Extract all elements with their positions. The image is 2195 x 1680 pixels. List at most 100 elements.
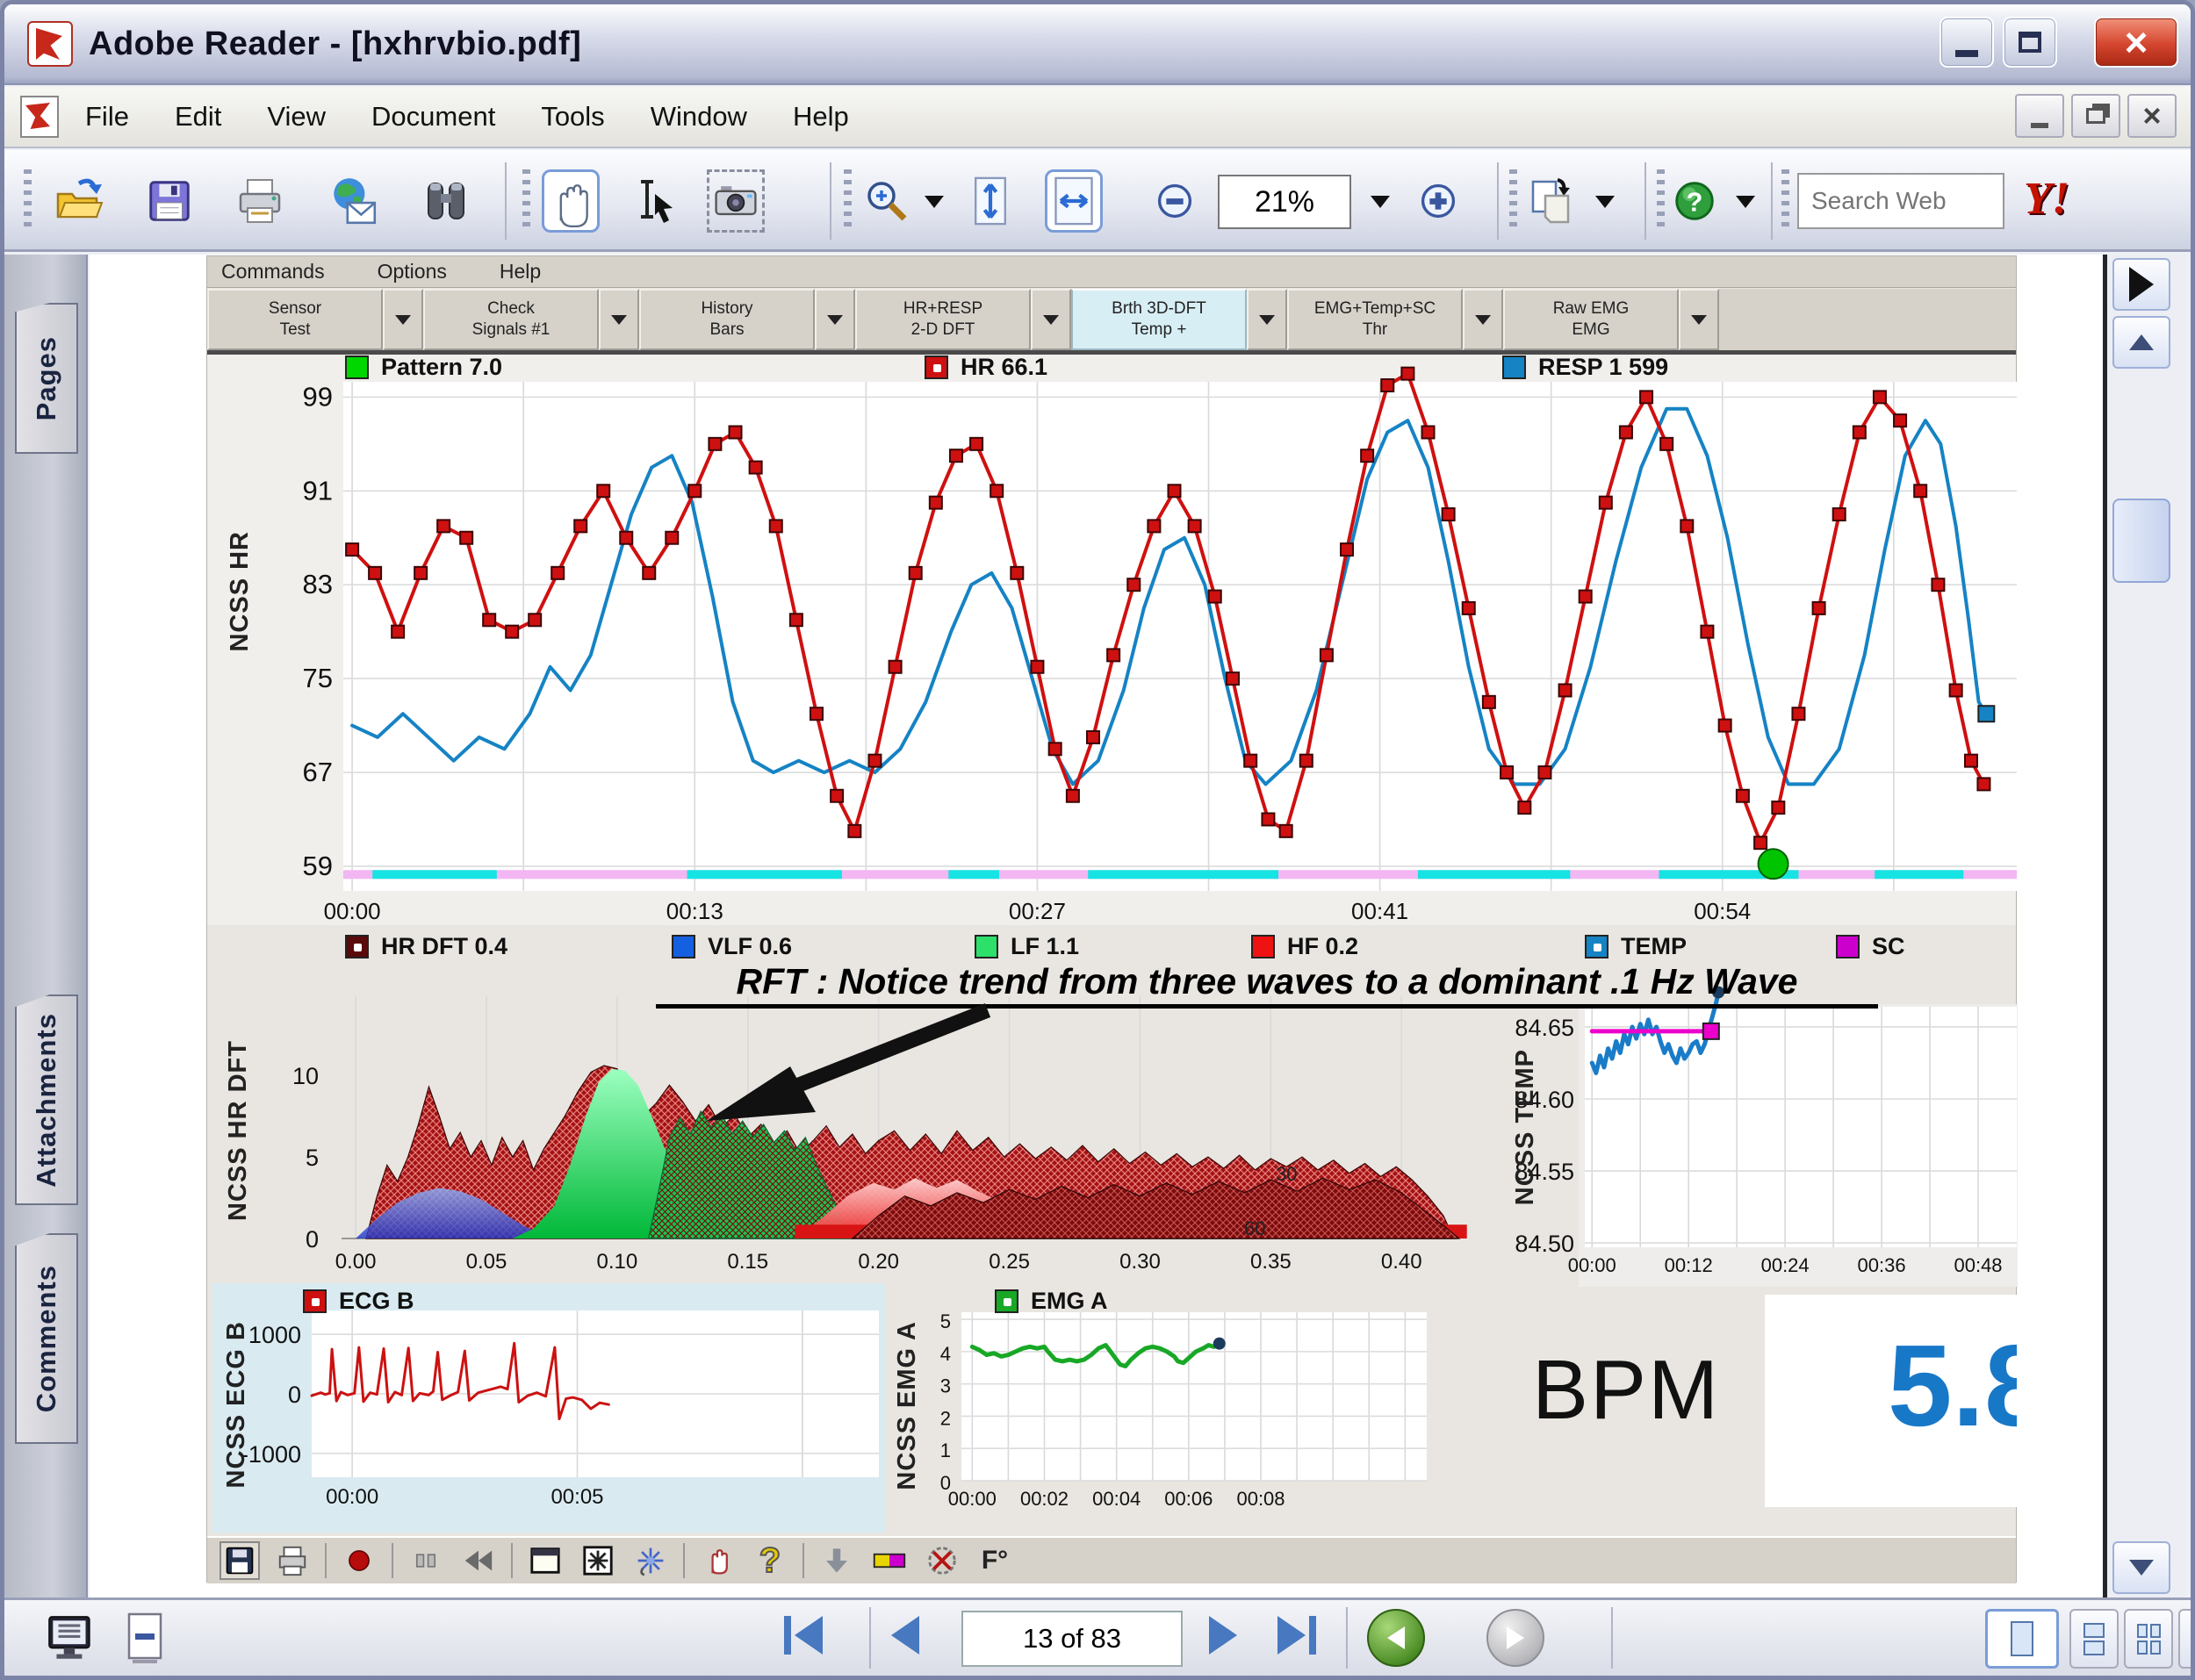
nav-pane-toggle-button[interactable] [2112, 258, 2170, 311]
app-asterisk-icon[interactable] [578, 1541, 618, 1580]
snapshot-button[interactable] [707, 169, 765, 233]
web-search-input[interactable] [1797, 173, 2004, 229]
app-button-6-dropdown[interactable] [1463, 289, 1503, 350]
toolbar-grip[interactable] [1781, 169, 1789, 233]
page-layout-button[interactable] [117, 1609, 173, 1669]
email-button[interactable] [324, 169, 382, 233]
app-record-icon[interactable] [339, 1541, 379, 1580]
select-text-button[interactable] [624, 169, 682, 233]
hr-resp-chart-panel [207, 355, 2016, 925]
app-snowflake-icon[interactable] [630, 1541, 671, 1580]
continuous-facing-view-button[interactable] [2124, 1609, 2173, 1669]
continuous-view-button[interactable] [2069, 1609, 2119, 1669]
sidebar-tab-attachments[interactable]: Attachments [15, 994, 78, 1205]
doc-close-button[interactable]: × [2127, 94, 2177, 138]
app-button-5[interactable]: Brth 3D-DFTTemp + [1071, 289, 1247, 350]
scroll-down-button[interactable] [2112, 1541, 2170, 1594]
app-button-2-dropdown[interactable] [599, 289, 639, 350]
app-button-2[interactable]: CheckSignals #1 [423, 289, 599, 350]
app-help-icon[interactable]: ? [750, 1541, 790, 1580]
print-button[interactable] [231, 169, 289, 233]
previous-page-button[interactable] [891, 1616, 919, 1655]
toolbar-grip[interactable] [1657, 169, 1665, 233]
single-page-view-button[interactable] [1985, 1609, 2059, 1669]
app-button-1-dropdown[interactable] [383, 289, 423, 350]
menu-window[interactable]: Window [651, 101, 747, 133]
toolbar-grip[interactable] [844, 169, 852, 233]
app-fahrenheit-icon[interactable]: F° [975, 1541, 1015, 1580]
zoom-out-button[interactable] [1146, 169, 1204, 233]
search-button[interactable] [417, 169, 475, 233]
doc-restore-icon [2086, 108, 2105, 124]
toolbar-grip[interactable] [522, 169, 530, 233]
facing-view-button[interactable] [2178, 1609, 2195, 1669]
scroll-thumb[interactable] [2112, 499, 2170, 583]
help-button[interactable]: ? [1666, 169, 1724, 233]
next-page-button[interactable] [1209, 1616, 1237, 1655]
zoom-in-button[interactable] [1409, 169, 1467, 233]
app-button-7[interactable]: Raw EMGEMG [1503, 289, 1679, 350]
last-page-button[interactable] [1277, 1616, 1316, 1655]
navigation-sidebar: Pages Attachments Comments [4, 255, 88, 1597]
zoom-tool-button[interactable] [858, 169, 916, 233]
app-button-7-dropdown[interactable] [1679, 289, 1719, 350]
app-pointer-icon[interactable] [697, 1541, 738, 1580]
title-bar[interactable]: Adobe Reader - [hxhrvbio.pdf] × [4, 4, 2191, 85]
help-dropdown[interactable] [1736, 196, 1755, 208]
hand-tool-button[interactable] [542, 169, 600, 233]
save-button[interactable] [140, 169, 198, 233]
app-rewind-icon[interactable] [458, 1541, 499, 1580]
menu-edit[interactable]: Edit [175, 101, 221, 133]
fit-height-button[interactable] [961, 169, 1019, 233]
toolbar-grip[interactable] [24, 169, 32, 233]
app-print-icon[interactable] [272, 1541, 313, 1580]
zoom-level-dropdown[interactable] [1371, 196, 1390, 208]
menu-document[interactable]: Document [371, 101, 495, 133]
app-menu-options[interactable]: Options [378, 260, 447, 284]
app-window-icon[interactable] [525, 1541, 565, 1580]
next-view-button[interactable] [1486, 1609, 1544, 1667]
status-bar [4, 1597, 2191, 1676]
fit-width-button[interactable] [1045, 169, 1103, 233]
yahoo-logo[interactable]: Y! [2024, 173, 2069, 225]
binoculars-icon [420, 175, 472, 227]
sidebar-tab-pages[interactable]: Pages [15, 303, 78, 454]
app-button-4[interactable]: HR+RESP2-D DFT [855, 289, 1031, 350]
app-menu-help[interactable]: Help [500, 260, 541, 284]
previous-view-button[interactable] [1367, 1609, 1425, 1667]
scroll-up-button[interactable] [2112, 316, 2170, 369]
page-number-input[interactable] [961, 1611, 1183, 1667]
app-button-3[interactable]: HistoryBars [639, 289, 815, 350]
create-pdf-dropdown[interactable] [1595, 196, 1615, 208]
app-colorbar-icon[interactable] [869, 1541, 910, 1580]
menu-tools[interactable]: Tools [541, 101, 604, 133]
select-text-icon [627, 175, 680, 227]
create-pdf-button[interactable] [1523, 169, 1581, 233]
menu-help[interactable]: Help [793, 101, 849, 133]
app-menu-commands[interactable]: Commands [221, 260, 325, 284]
minimize-button[interactable] [1940, 17, 1994, 68]
close-button[interactable]: × [2094, 17, 2178, 68]
app-button-5-dropdown[interactable] [1247, 289, 1287, 350]
doc-restore-button[interactable] [2071, 94, 2120, 138]
maximize-button[interactable] [2003, 17, 2057, 68]
doc-minimize-button[interactable] [2015, 94, 2064, 138]
app-download-icon[interactable] [817, 1541, 857, 1580]
menu-file[interactable]: File [85, 101, 129, 133]
zoom-tool-dropdown[interactable] [925, 196, 944, 208]
app-button-6[interactable]: EMG+Temp+SCThr [1287, 289, 1463, 350]
app-save-icon[interactable] [220, 1541, 260, 1580]
sidebar-tab-comments[interactable]: Comments [15, 1233, 78, 1444]
app-pause-icon[interactable] [406, 1541, 446, 1580]
page-size-button[interactable] [40, 1607, 103, 1670]
page-minus-icon [124, 1612, 166, 1665]
app-compass-icon[interactable] [922, 1541, 962, 1580]
open-button[interactable] [50, 169, 108, 233]
app-button-3-dropdown[interactable] [815, 289, 855, 350]
app-button-1[interactable]: SensorTest [207, 289, 383, 350]
toolbar-grip[interactable] [1509, 169, 1517, 233]
zoom-level-input[interactable] [1218, 175, 1351, 229]
app-button-4-dropdown[interactable] [1031, 289, 1071, 350]
menu-view[interactable]: View [267, 101, 326, 133]
first-page-button[interactable] [784, 1616, 823, 1655]
